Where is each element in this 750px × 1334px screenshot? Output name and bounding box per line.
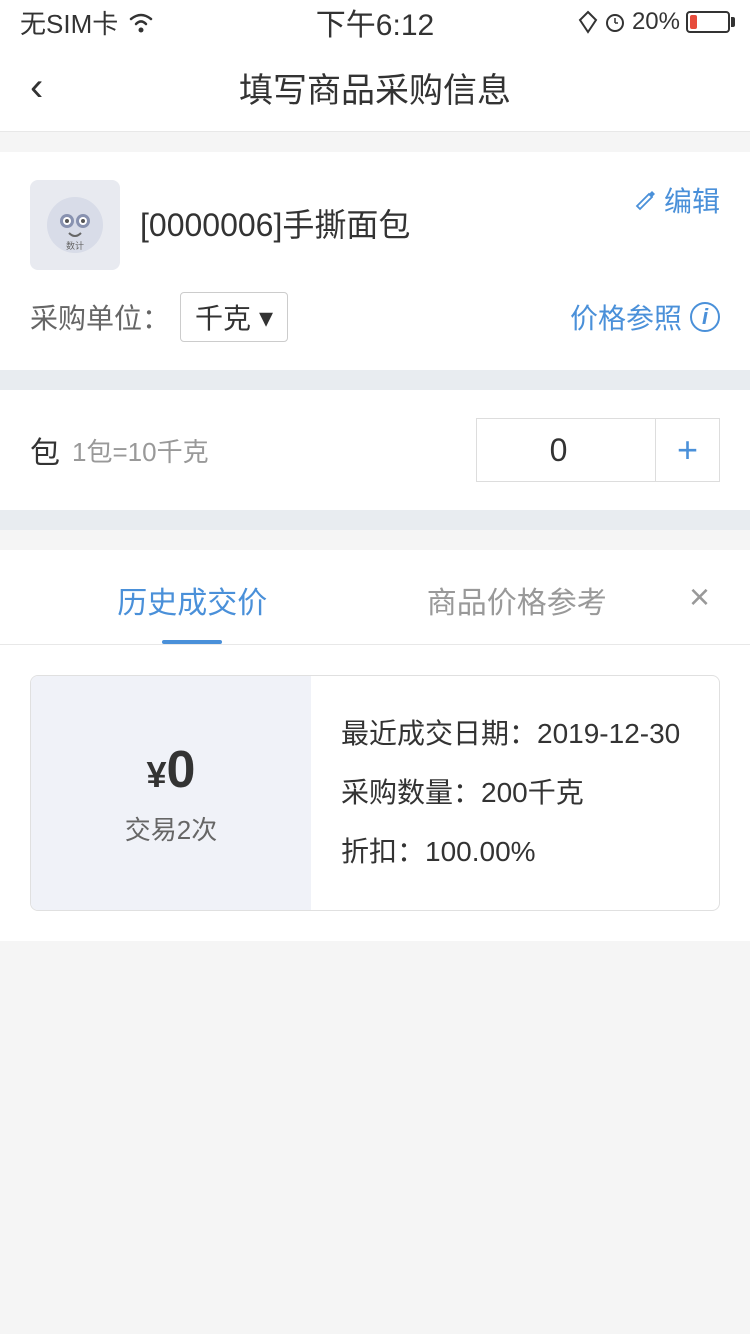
quantity-unit-info: 包 1包=10千克 [30, 428, 209, 472]
divider2 [0, 510, 750, 530]
battery-pct: 20% [632, 8, 680, 36]
purchase-qty-row: 采购数量：200千克 [341, 771, 689, 816]
product-info-left: 数计 [0000006]手撕面包 [30, 180, 410, 270]
quantity-row: 包 1包=10千克 + [0, 390, 750, 510]
product-logo: 数计 [30, 180, 120, 270]
location-icon [578, 10, 598, 34]
tab-reference[interactable]: 商品价格参考 [354, 550, 678, 644]
carrier-text: 无SIM卡 [20, 4, 118, 41]
tab-section: 历史成交价 商品价格参考 × ¥0 交易2次 最近成交日期：2019-12-30… [0, 550, 750, 941]
alarm-icon [604, 11, 626, 33]
price-reference-button[interactable]: 价格参照 i [570, 297, 720, 337]
tab-history[interactable]: 历史成交价 [30, 550, 354, 644]
quantity-input[interactable] [476, 418, 656, 482]
page-title: 填写商品采购信息 [239, 63, 511, 112]
divider [0, 370, 750, 390]
product-unit-row: 采购单位： 千克 ▾ 价格参照 i [30, 292, 720, 342]
unit-dropdown[interactable]: 千克 ▾ [180, 292, 288, 342]
unit-label: 采购单位： [30, 297, 170, 337]
unit-conversion: 1包=10千克 [72, 432, 209, 469]
product-name: [0000006]手撕面包 [140, 203, 410, 248]
history-card: ¥0 交易2次 最近成交日期：2019-12-30 采购数量：200千克 折扣：… [30, 675, 720, 911]
edit-button[interactable]: 编辑 [634, 180, 720, 220]
tab-close-button[interactable]: × [679, 566, 720, 628]
tab-header: 历史成交价 商品价格参考 × [0, 550, 750, 645]
trade-count: 交易2次 [125, 810, 217, 847]
price-display: ¥0 [147, 740, 196, 800]
edit-icon [634, 188, 658, 212]
wifi-icon [126, 11, 156, 33]
product-header: 数计 [0000006]手撕面包 编辑 [30, 180, 720, 270]
quantity-plus-button[interactable]: + [656, 418, 720, 482]
back-button[interactable]: ‹ [30, 65, 43, 110]
recent-date-row: 最近成交日期：2019-12-30 [341, 712, 689, 757]
status-time: 下午6:12 [316, 0, 434, 44]
status-right: 20% [578, 8, 730, 36]
info-icon: i [690, 302, 720, 332]
price-panel: ¥0 交易2次 [31, 676, 311, 910]
detail-panel: 最近成交日期：2019-12-30 采购数量：200千克 折扣：100.00% [311, 676, 719, 910]
product-card: 数计 [0000006]手撕面包 编辑 采购单位： 千克 ▾ 价格参照 i [0, 152, 750, 370]
unit-name: 包 [30, 428, 60, 472]
svg-text:数计: 数计 [66, 240, 84, 251]
battery-icon [686, 11, 730, 33]
quantity-control: + [476, 418, 720, 482]
nav-bar: ‹ 填写商品采购信息 [0, 44, 750, 132]
discount-row: 折扣：100.00% [341, 830, 689, 875]
product-logo-icon: 数计 [45, 195, 105, 255]
history-content: ¥0 交易2次 最近成交日期：2019-12-30 采购数量：200千克 折扣：… [0, 645, 750, 941]
status-bar: 无SIM卡 下午6:12 20% [0, 0, 750, 44]
status-left: 无SIM卡 [20, 4, 156, 41]
